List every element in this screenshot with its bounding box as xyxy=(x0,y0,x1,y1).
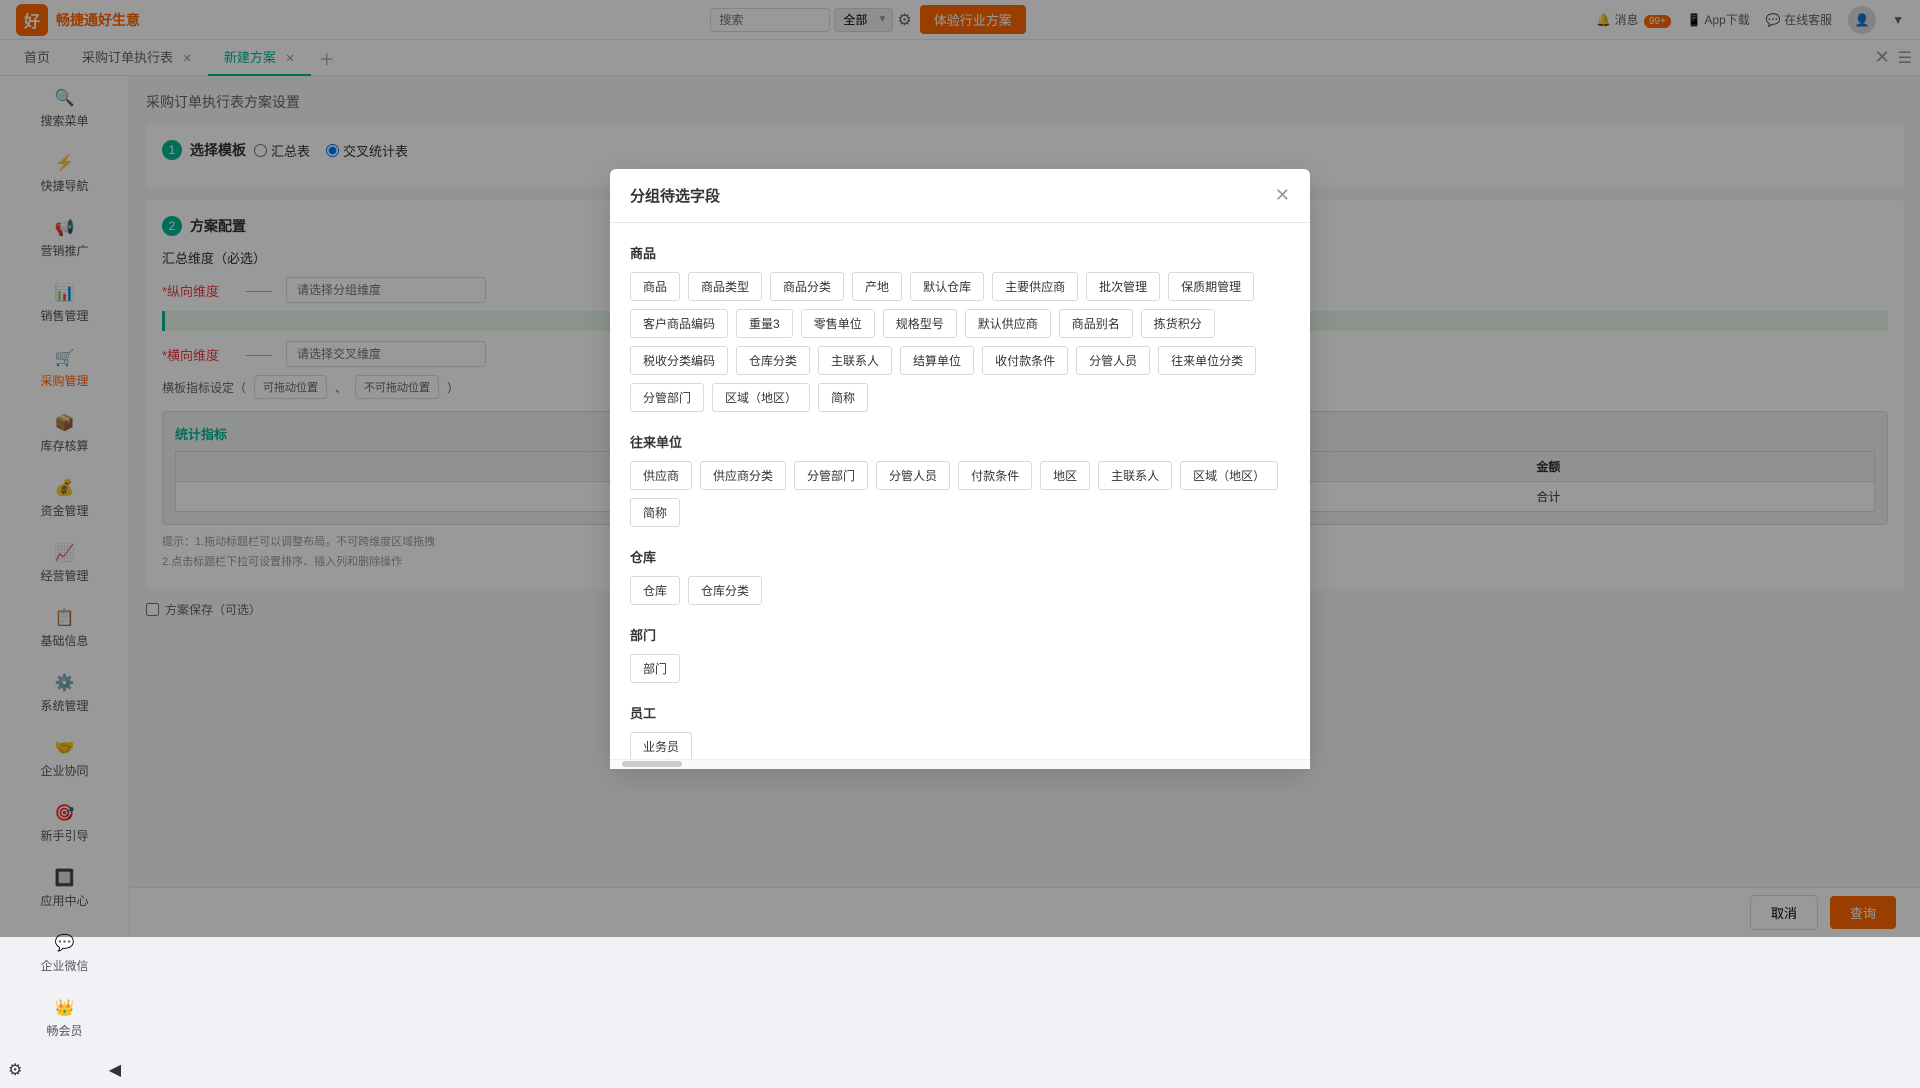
tag-pick-points[interactable]: 拣货积分 xyxy=(1141,309,1215,338)
tag-spec-model[interactable]: 规格型号 xyxy=(883,309,957,338)
modal-hscrollbar[interactable] xyxy=(610,759,1310,768)
modal-close-button[interactable]: ✕ xyxy=(1275,185,1290,206)
modal-header: 分组待选字段 ✕ xyxy=(610,169,1310,223)
tag-salesman[interactable]: 业务员 xyxy=(630,732,692,760)
sidebar-collapse-icon[interactable]: ◀ xyxy=(109,1060,121,1080)
tag-short2[interactable]: 简称 xyxy=(630,498,680,527)
tag-default-supplier[interactable]: 默认供应商 xyxy=(965,309,1051,338)
tag-short-name[interactable]: 简称 xyxy=(818,383,868,412)
section-dept-title: 部门 xyxy=(630,625,1290,644)
section-goods-title: 商品 xyxy=(630,243,1290,262)
section-dept: 部门 部门 xyxy=(630,625,1290,683)
tag-warehouse[interactable]: 仓库 xyxy=(630,576,680,605)
tag-customer-code[interactable]: 客户商品编码 xyxy=(630,309,728,338)
tag-weight3[interactable]: 重量3 xyxy=(736,309,793,338)
tag-payment-terms[interactable]: 收付款条件 xyxy=(982,346,1068,375)
tag-goods-type[interactable]: 商品类型 xyxy=(688,272,762,301)
tag-main-supplier[interactable]: 主要供应商 xyxy=(992,272,1078,301)
sidebar-item-wecom-label: 企业微信 xyxy=(40,957,88,974)
section-warehouse: 仓库 仓库 仓库分类 xyxy=(630,547,1290,605)
tag-retail-unit[interactable]: 零售单位 xyxy=(801,309,875,338)
modal-overlay[interactable]: 分组待选字段 ✕ 商品 商品 商品类型 商品分类 产地 默认仓库 主要供应商 批… xyxy=(0,0,1920,937)
tag-dept2[interactable]: 分管部门 xyxy=(794,461,868,490)
tag-warehouse-cat[interactable]: 仓库分类 xyxy=(736,346,810,375)
tag-origin[interactable]: 产地 xyxy=(852,272,902,301)
section-goods: 商品 商品 商品类型 商品分类 产地 默认仓库 主要供应商 批次管理 保质期管理… xyxy=(630,243,1290,412)
sidebar-item-member[interactable]: 👑 畅会员 xyxy=(0,986,129,1051)
tag-payment-cond[interactable]: 付款条件 xyxy=(958,461,1032,490)
modal-title: 分组待选字段 xyxy=(630,185,720,206)
tag-goods[interactable]: 商品 xyxy=(630,272,680,301)
goods-tags: 商品 商品类型 商品分类 产地 默认仓库 主要供应商 批次管理 保质期管理 客户… xyxy=(630,272,1290,412)
tag-region[interactable]: 区域（地区） xyxy=(712,383,810,412)
counterpart-tags: 供应商 供应商分类 分管部门 分管人员 付款条件 地区 主联系人 区域（地区） … xyxy=(630,461,1290,527)
tag-supervisor[interactable]: 分管人员 xyxy=(1076,346,1150,375)
section-counterpart-title: 往来单位 xyxy=(630,432,1290,451)
tag-warehouse-cat2[interactable]: 仓库分类 xyxy=(688,576,762,605)
modal-body: 商品 商品 商品类型 商品分类 产地 默认仓库 主要供应商 批次管理 保质期管理… xyxy=(610,223,1310,760)
modal: 分组待选字段 ✕ 商品 商品 商品类型 商品分类 产地 默认仓库 主要供应商 批… xyxy=(610,169,1310,769)
employee-tags: 业务员 xyxy=(630,732,1290,760)
tag-batch-mgmt[interactable]: 批次管理 xyxy=(1086,272,1160,301)
tag-settle-unit[interactable]: 结算单位 xyxy=(900,346,974,375)
tag-shelf-life[interactable]: 保质期管理 xyxy=(1168,272,1254,301)
tag-goods-cat[interactable]: 商品分类 xyxy=(770,272,844,301)
warehouse-tags: 仓库 仓库分类 xyxy=(630,576,1290,605)
tag-supervisor2[interactable]: 分管人员 xyxy=(876,461,950,490)
tag-counterpart-cat[interactable]: 往来单位分类 xyxy=(1158,346,1256,375)
member-icon: 👑 xyxy=(55,998,75,1018)
section-warehouse-title: 仓库 xyxy=(630,547,1290,566)
tag-region2[interactable]: 区域（地区） xyxy=(1180,461,1278,490)
dept-tags: 部门 xyxy=(630,654,1290,683)
tag-supplier[interactable]: 供应商 xyxy=(630,461,692,490)
section-counterpart: 往来单位 供应商 供应商分类 分管部门 分管人员 付款条件 地区 主联系人 区域… xyxy=(630,432,1290,527)
tag-default-warehouse[interactable]: 默认仓库 xyxy=(910,272,984,301)
tag-main-contact[interactable]: 主联系人 xyxy=(818,346,892,375)
tag-goods-alias[interactable]: 商品别名 xyxy=(1059,309,1133,338)
modal-hscroll-thumb[interactable] xyxy=(622,761,682,767)
tag-tax-code[interactable]: 税收分类编码 xyxy=(630,346,728,375)
tag-main-contact2[interactable]: 主联系人 xyxy=(1098,461,1172,490)
tag-area[interactable]: 地区 xyxy=(1040,461,1090,490)
tag-dept-manage[interactable]: 分管部门 xyxy=(630,383,704,412)
sidebar-bottom: ⚙ ◀ xyxy=(0,1051,129,1088)
sidebar-item-member-label: 畅会员 xyxy=(46,1022,82,1039)
tag-supplier-cat[interactable]: 供应商分类 xyxy=(700,461,786,490)
section-employee-title: 员工 xyxy=(630,703,1290,722)
sidebar-settings-icon[interactable]: ⚙ xyxy=(8,1060,22,1080)
section-employee: 员工 业务员 xyxy=(630,703,1290,760)
tag-dept[interactable]: 部门 xyxy=(630,654,680,683)
